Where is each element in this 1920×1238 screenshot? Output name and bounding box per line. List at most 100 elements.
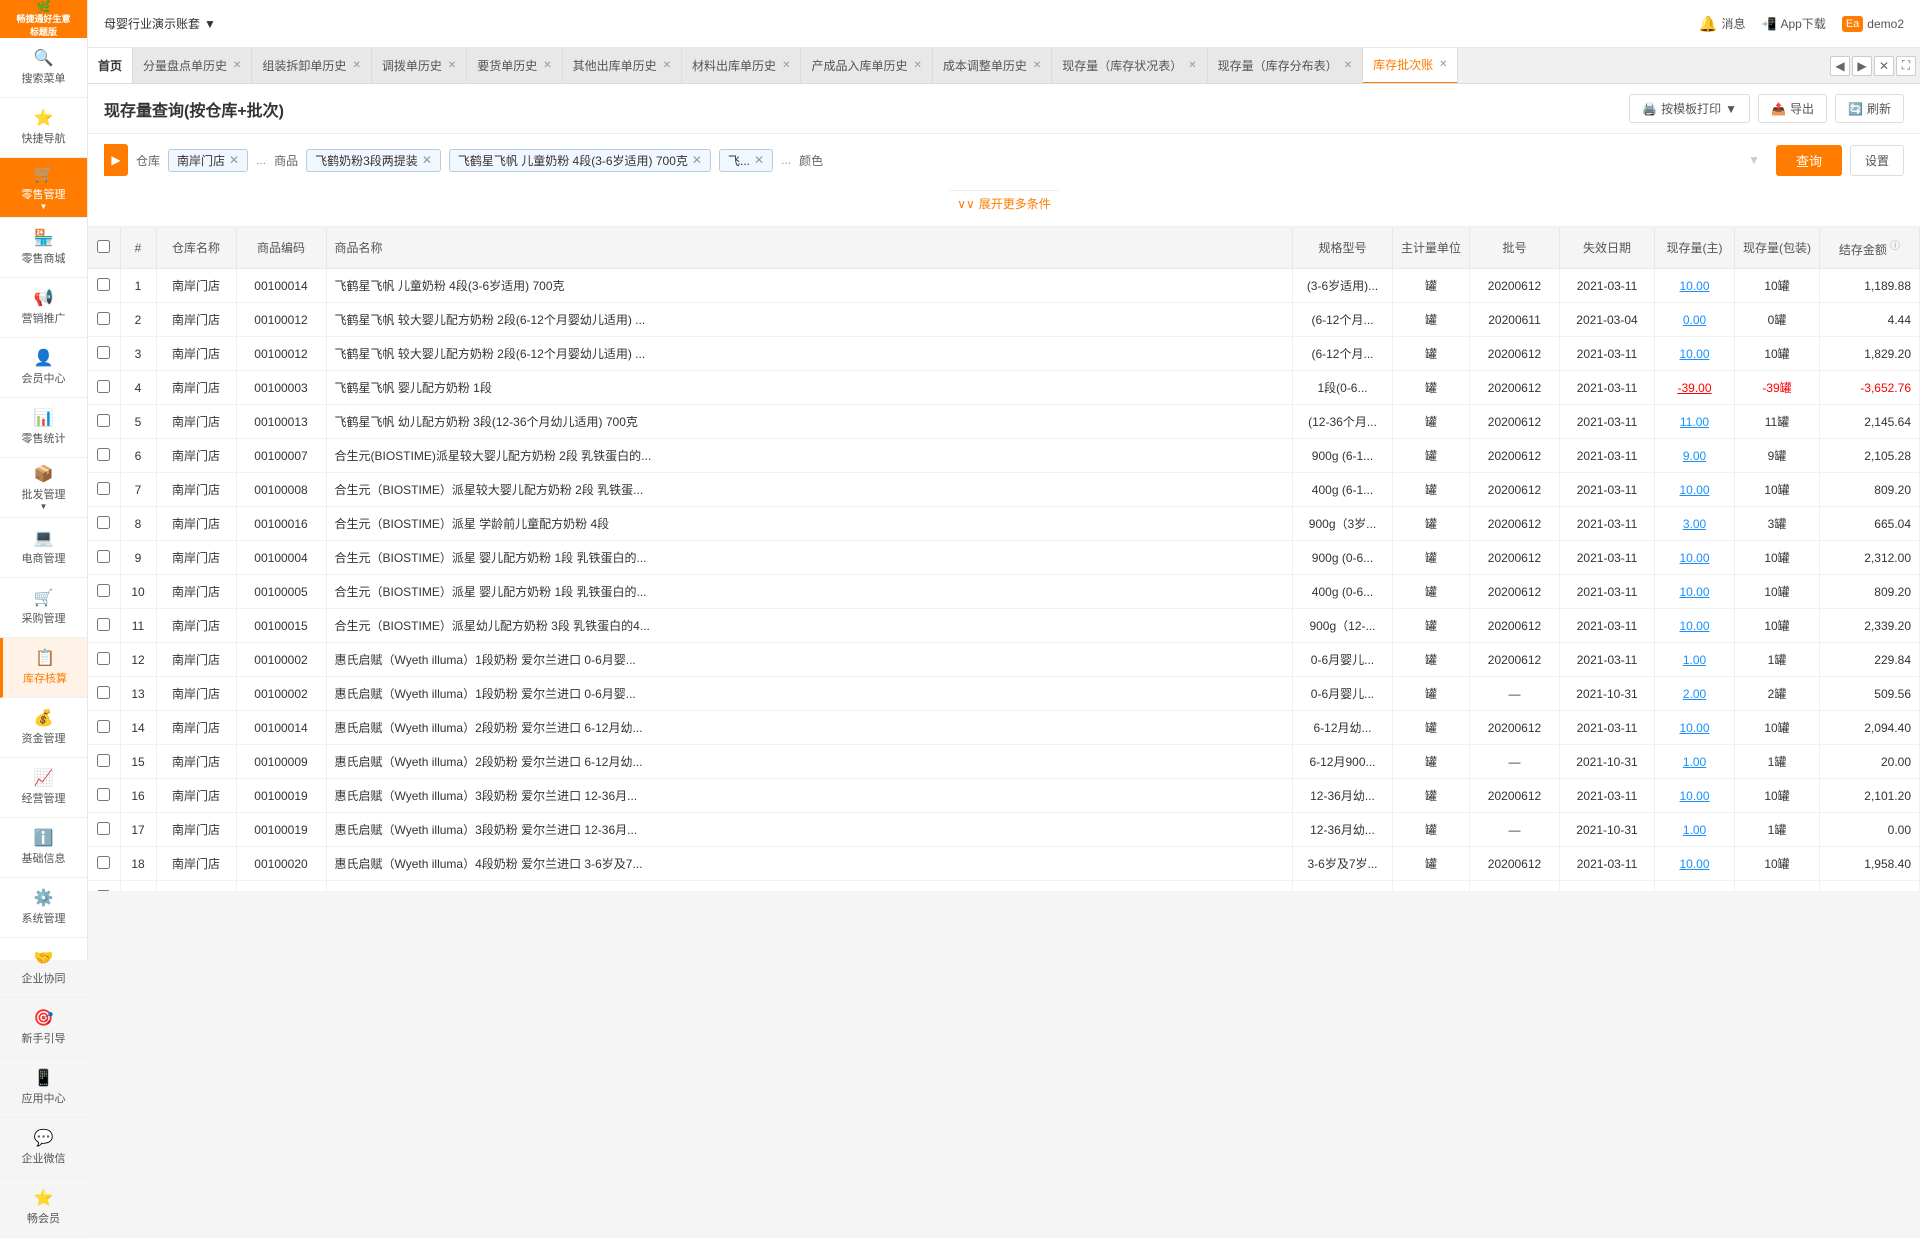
sidebar-item-finance[interactable]: 💰 资金管理 — [0, 698, 87, 758]
cell-checkbox[interactable] — [88, 541, 120, 575]
cell-checkbox[interactable] — [88, 813, 120, 847]
tab-prev-btn[interactable]: ◀ — [1830, 56, 1850, 76]
refresh-btn[interactable]: 🔄 刷新 — [1835, 94, 1904, 123]
row-checkbox[interactable] — [97, 516, 110, 529]
tab-chanpin[interactable]: 产成品入库单历史 ✕ — [801, 48, 932, 84]
cell-stock-main[interactable]: 10.00 — [1655, 779, 1735, 813]
row-checkbox[interactable] — [97, 754, 110, 767]
product-tag3[interactable]: 飞... ✕ — [719, 149, 773, 172]
cell-checkbox[interactable] — [88, 337, 120, 371]
app-download-btn[interactable]: 📲 App下载 — [1762, 15, 1826, 32]
sidebar-item-members[interactable]: 👤 会员中心 — [0, 338, 87, 398]
cell-checkbox[interactable] — [88, 439, 120, 473]
row-checkbox[interactable] — [97, 482, 110, 495]
row-checkbox[interactable] — [97, 788, 110, 801]
tab-xiancun2[interactable]: 现存量（库存分布表） ✕ — [1208, 48, 1363, 84]
cell-stock-main[interactable]: 10.00 — [1655, 269, 1735, 303]
cell-stock-main[interactable]: 10.00 — [1655, 575, 1735, 609]
cell-checkbox[interactable] — [88, 779, 120, 813]
user-avatar[interactable]: Ea demo2 — [1842, 16, 1904, 32]
cell-stock-main[interactable]: 10.00 — [1655, 609, 1735, 643]
cell-checkbox[interactable] — [88, 847, 120, 881]
close-icon[interactable]: ✕ — [782, 60, 790, 71]
cell-checkbox[interactable] — [88, 507, 120, 541]
cell-checkbox[interactable] — [88, 745, 120, 779]
row-checkbox[interactable] — [97, 584, 110, 597]
tab-yaohuo[interactable]: 要货单历史 ✕ — [467, 48, 562, 84]
row-checkbox[interactable] — [97, 550, 110, 563]
cell-checkbox[interactable] — [88, 575, 120, 609]
sidebar-item-wechat[interactable]: 💬 企业微信 — [0, 1118, 87, 1178]
cell-checkbox[interactable] — [88, 303, 120, 337]
close-icon[interactable]: ✕ — [913, 60, 921, 71]
cell-checkbox[interactable] — [88, 269, 120, 303]
cell-stock-main[interactable]: 11.00 — [1655, 405, 1735, 439]
filter-dots2[interactable]: ... — [781, 153, 791, 167]
close-icon[interactable]: ✕ — [1439, 59, 1447, 70]
sidebar-item-guide[interactable]: 🎯 新手引导 — [0, 998, 87, 1058]
cell-stock-main[interactable]: 0.00 — [1655, 303, 1735, 337]
cell-stock-main[interactable]: 10.00 — [1655, 847, 1735, 881]
cell-stock-main[interactable]: 2.00 — [1655, 677, 1735, 711]
sidebar-item-inventory[interactable]: 📋 库存核算 — [0, 638, 87, 698]
sidebar-item-system[interactable]: ⚙️ 系统管理 — [0, 878, 87, 938]
tab-zuzhuang[interactable]: 组装拆卸单历史 ✕ — [252, 48, 371, 84]
sidebar-item-marketing[interactable]: 📢 营销推广 — [0, 278, 87, 338]
sidebar-item-wholesale[interactable]: 📦 批发管理 ▼ — [0, 458, 87, 518]
tab-kucun-active[interactable]: 库存批次账 ✕ — [1363, 48, 1458, 84]
tab-chengben[interactable]: 成本调整单历史 ✕ — [933, 48, 1052, 84]
close-icon[interactable]: ✕ — [352, 60, 360, 71]
tab-fenpan[interactable]: 分量盘点单历史 ✕ — [133, 48, 252, 84]
account-dropdown[interactable]: 母婴行业演示账套 ▼ — [104, 15, 216, 32]
cell-checkbox[interactable] — [88, 473, 120, 507]
sidebar-item-mall[interactable]: 🏪 零售商城 — [0, 218, 87, 278]
cell-stock-main[interactable]: 10.00 — [1655, 541, 1735, 575]
row-checkbox[interactable] — [97, 686, 110, 699]
row-checkbox[interactable] — [97, 720, 110, 733]
sidebar-item-search[interactable]: 🔍 搜索菜单 — [0, 38, 87, 98]
row-checkbox[interactable] — [97, 278, 110, 291]
cell-stock-main[interactable]: 1.00 — [1655, 745, 1735, 779]
cell-stock-main[interactable]: 10.00 — [1655, 881, 1735, 892]
remove-warehouse-btn[interactable]: ✕ — [229, 153, 239, 167]
close-icon[interactable]: ✕ — [233, 60, 241, 71]
cell-stock-main[interactable]: 1.00 — [1655, 813, 1735, 847]
close-icon[interactable]: ✕ — [448, 60, 456, 71]
cell-checkbox[interactable] — [88, 677, 120, 711]
cell-checkbox[interactable] — [88, 643, 120, 677]
row-checkbox[interactable] — [97, 652, 110, 665]
cell-checkbox[interactable] — [88, 881, 120, 892]
row-checkbox[interactable] — [97, 414, 110, 427]
setting-btn[interactable]: 设置 — [1850, 145, 1904, 176]
tab-fullscreen-btn[interactable]: ⛶ — [1896, 56, 1916, 76]
sidebar-item-basics[interactable]: ℹ️ 基础信息 — [0, 818, 87, 878]
row-checkbox[interactable] — [97, 448, 110, 461]
sidebar-item-quicknav[interactable]: ⭐ 快捷导航 — [0, 98, 87, 158]
sidebar-item-operations[interactable]: 📈 经营管理 — [0, 758, 87, 818]
query-btn[interactable]: 查询 — [1776, 145, 1842, 176]
cell-stock-main[interactable]: -39.00 — [1655, 371, 1735, 405]
row-checkbox[interactable] — [97, 312, 110, 325]
amount-info-icon[interactable]: ⓘ — [1890, 241, 1900, 252]
close-icon[interactable]: ✕ — [1188, 60, 1196, 71]
cell-stock-main[interactable]: 10.00 — [1655, 711, 1735, 745]
sidebar-item-retail[interactable]: 🛒 零售管理 ▼ — [0, 158, 87, 218]
expand-btn[interactable]: ∨∨ 展开更多条件 — [949, 190, 1059, 216]
sidebar-item-vip[interactable]: ⭐ 畅会员 — [0, 1178, 87, 1238]
close-icon[interactable]: ✕ — [1344, 60, 1352, 71]
sidebar-item-purchase[interactable]: 🛒 采购管理 — [0, 578, 87, 638]
cell-stock-main[interactable]: 3.00 — [1655, 507, 1735, 541]
table-wrapper[interactable]: # 仓库名称 商品编码 商品名称 规格型号 主计量单位 批号 失效日期 现存量(… — [88, 227, 1920, 891]
product-tag2[interactable]: 飞鹤星飞帆 儿童奶粉 4段(3-6岁适用) 700克 ✕ — [449, 149, 711, 172]
remove-product3-btn[interactable]: ✕ — [754, 153, 764, 167]
sidebar-item-ecommerce[interactable]: 💻 电商管理 — [0, 518, 87, 578]
tab-diaobo[interactable]: 调拨单历史 ✕ — [372, 48, 467, 84]
message-btn[interactable]: 🔔 消息 — [1699, 15, 1746, 33]
cell-stock-main[interactable]: 9.00 — [1655, 439, 1735, 473]
row-checkbox[interactable] — [97, 346, 110, 359]
print-btn[interactable]: 🖨️ 按模板打印 ▼ — [1629, 94, 1750, 123]
tab-close-btn[interactable]: ✕ — [1874, 56, 1894, 76]
sidebar-item-retail-stats[interactable]: 📊 零售统计 — [0, 398, 87, 458]
tab-qita[interactable]: 其他出库单历史 ✕ — [563, 48, 682, 84]
remove-product2-btn[interactable]: ✕ — [692, 153, 702, 167]
